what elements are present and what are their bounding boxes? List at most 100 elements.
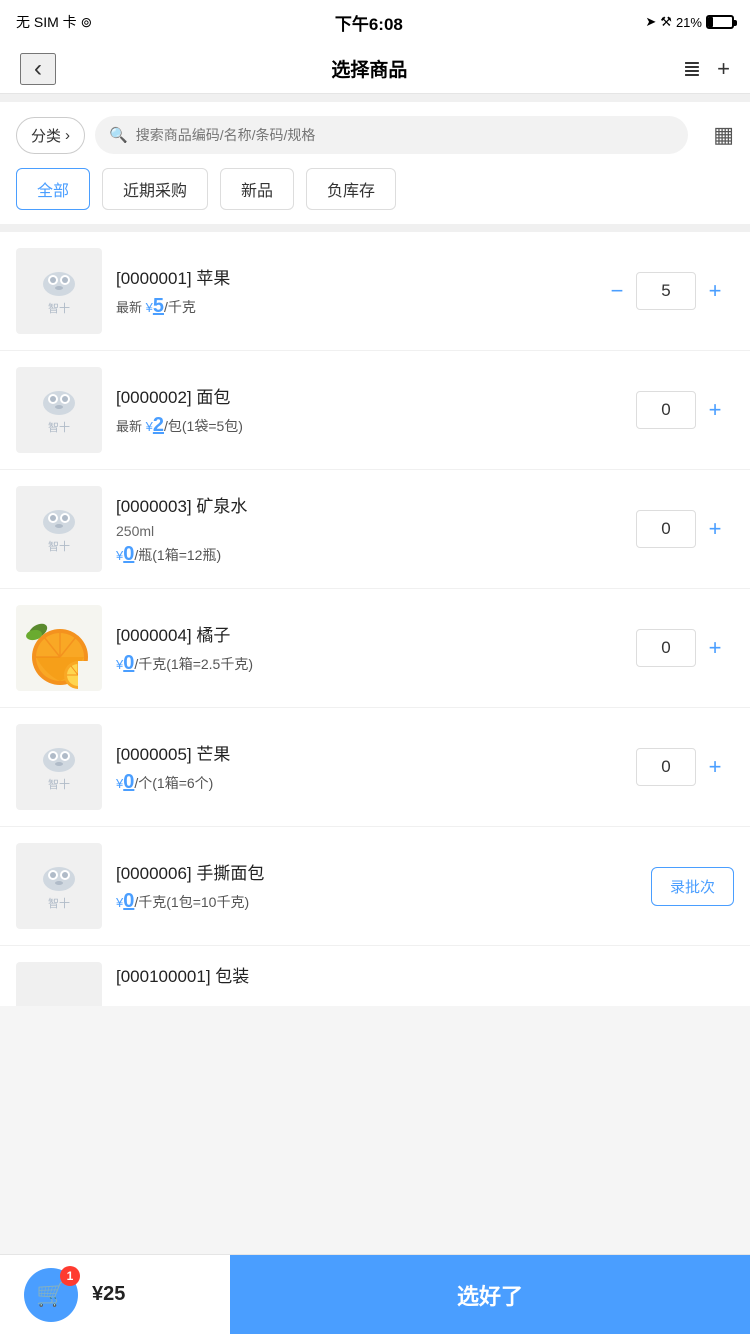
category-label: 分类 bbox=[31, 125, 61, 146]
battery-fill bbox=[708, 17, 713, 27]
search-icon: 🔍 bbox=[109, 126, 128, 144]
cart-badge: 1 bbox=[60, 1266, 80, 1286]
product-price: 最新 ¥5/千克 bbox=[116, 295, 584, 318]
owl-logo: 智十 bbox=[39, 385, 79, 435]
quantity-control: 录批次 bbox=[651, 867, 734, 906]
product-name: [0000004] 橘子 bbox=[116, 621, 622, 646]
increment-button[interactable]: + bbox=[696, 629, 734, 667]
cart-icon-wrap[interactable]: 🛒 1 bbox=[24, 1268, 78, 1322]
owl-text: 智十 bbox=[48, 300, 70, 316]
product-info: [0000006] 手撕面包 ¥0/千克(1包=10千克) bbox=[116, 859, 637, 913]
product-price: ¥0/千克(1箱=2.5千克) bbox=[116, 652, 622, 675]
product-info: [0000005] 芒果 ¥0/个(1箱=6个) bbox=[116, 740, 622, 794]
product-name: [0000003] 矿泉水 bbox=[116, 492, 622, 517]
quantity-input[interactable] bbox=[636, 748, 696, 786]
quantity-input[interactable] bbox=[636, 391, 696, 429]
product-info: [000100001] 包装 bbox=[116, 962, 734, 993]
quantity-input[interactable] bbox=[636, 510, 696, 548]
increment-button[interactable]: + bbox=[696, 748, 734, 786]
filter-icon[interactable]: ≣ bbox=[683, 56, 701, 82]
add-icon[interactable]: + bbox=[717, 56, 730, 82]
price-latest-label: 最新 bbox=[116, 419, 146, 434]
bottom-bar: 🛒 1 ¥25 选好了 bbox=[0, 1254, 750, 1334]
tab-negative[interactable]: 负库存 bbox=[306, 168, 396, 210]
product-name: [0000006] 手撕面包 bbox=[116, 859, 637, 884]
tab-all[interactable]: 全部 bbox=[16, 168, 90, 210]
product-spec: 250ml bbox=[116, 523, 622, 539]
product-info: [0000004] 橘子 ¥0/千克(1箱=2.5千克) bbox=[116, 621, 622, 675]
filter-row: 分类 › 🔍 ▦ bbox=[0, 102, 750, 168]
quantity-control: + bbox=[636, 629, 734, 667]
product-price: ¥0/瓶(1箱=12瓶) bbox=[116, 543, 622, 566]
tab-recent[interactable]: 近期采购 bbox=[102, 168, 208, 210]
product-name: [0000001] 苹果 bbox=[116, 264, 584, 289]
increment-button[interactable]: + bbox=[696, 391, 734, 429]
product-thumbnail bbox=[16, 962, 102, 1006]
cart-section: 🛒 1 ¥25 bbox=[0, 1268, 230, 1322]
owl-text: 智十 bbox=[48, 776, 70, 792]
product-thumbnail: 智十 bbox=[16, 248, 102, 334]
product-thumbnail: 智十 bbox=[16, 843, 102, 929]
product-item: 智十 [0000003] 矿泉水 250ml ¥0/瓶(1箱=12瓶) + bbox=[0, 470, 750, 588]
price-unit: /千克 bbox=[164, 299, 196, 315]
confirm-button[interactable]: 选好了 bbox=[230, 1255, 750, 1334]
price-latest-label: 最新 bbox=[116, 300, 146, 315]
location-icon: ➤ bbox=[645, 14, 656, 30]
category-chevron: › bbox=[65, 127, 70, 144]
owl-text: 智十 bbox=[48, 895, 70, 911]
battery-percent: 21% bbox=[676, 15, 702, 30]
price-value: 0 bbox=[123, 890, 134, 912]
increment-button[interactable]: + bbox=[696, 272, 734, 310]
price-unit: /千克(1箱=2.5千克) bbox=[134, 656, 253, 672]
product-info: [0000001] 苹果 最新 ¥5/千克 bbox=[116, 264, 584, 318]
back-button[interactable]: ‹ bbox=[20, 53, 56, 85]
quantity-input[interactable] bbox=[636, 272, 696, 310]
price-value: 0 bbox=[123, 771, 134, 793]
separator-2 bbox=[0, 224, 750, 232]
alarm-icon: ⚒ bbox=[660, 14, 672, 30]
product-item-partial: [000100001] 包装 bbox=[0, 946, 750, 1006]
batch-button[interactable]: 录批次 bbox=[651, 867, 734, 906]
search-input[interactable] bbox=[136, 127, 674, 143]
product-name: [0000002] 面包 bbox=[116, 383, 622, 408]
product-thumbnail bbox=[16, 605, 102, 691]
price-unit: /包(1袋=5包) bbox=[164, 418, 243, 434]
owl-logo: 智十 bbox=[39, 504, 79, 554]
product-info: [0000003] 矿泉水 250ml ¥0/瓶(1箱=12瓶) bbox=[116, 492, 622, 566]
status-bar: 无 SIM 卡 ⊚ 下午6:08 ➤ ⚒ 21% bbox=[0, 0, 750, 44]
product-name: [000100001] 包装 bbox=[116, 962, 734, 987]
decrement-button[interactable]: − bbox=[598, 272, 636, 310]
price-unit: /千克(1包=10千克) bbox=[134, 894, 249, 910]
scan-icon[interactable]: ▦ bbox=[698, 122, 734, 148]
battery-icon bbox=[706, 15, 734, 29]
nav-actions: ≣ + bbox=[683, 56, 730, 82]
page-title: 选择商品 bbox=[56, 55, 683, 82]
owl-text: 智十 bbox=[48, 419, 70, 435]
quantity-input[interactable] bbox=[636, 629, 696, 667]
product-info: [0000002] 面包 最新 ¥2/包(1袋=5包) bbox=[116, 383, 622, 437]
owl-logo: 智十 bbox=[39, 861, 79, 911]
cart-icon: 🛒 bbox=[36, 1280, 66, 1309]
product-thumbnail: 智十 bbox=[16, 486, 102, 572]
price-value: 5 bbox=[153, 295, 164, 317]
status-time: 下午6:08 bbox=[335, 10, 403, 35]
tab-new[interactable]: 新品 bbox=[220, 168, 294, 210]
category-button[interactable]: 分类 › bbox=[16, 117, 85, 154]
status-right: ➤ ⚒ 21% bbox=[645, 14, 734, 30]
price-value: 0 bbox=[123, 543, 134, 565]
product-item: [0000004] 橘子 ¥0/千克(1箱=2.5千克) + bbox=[0, 589, 750, 707]
increment-button[interactable]: + bbox=[696, 510, 734, 548]
product-price: 最新 ¥2/包(1袋=5包) bbox=[116, 414, 622, 437]
price-unit: /瓶(1箱=12瓶) bbox=[134, 547, 221, 563]
product-item: 智十 [0000002] 面包 最新 ¥2/包(1袋=5包) + bbox=[0, 351, 750, 469]
quantity-control: + bbox=[636, 510, 734, 548]
quantity-control: + bbox=[636, 748, 734, 786]
nav-bar: ‹ 选择商品 ≣ + bbox=[0, 44, 750, 94]
owl-text: 智十 bbox=[48, 538, 70, 554]
product-thumbnail: 智十 bbox=[16, 724, 102, 810]
owl-logo: 智十 bbox=[39, 266, 79, 316]
separator-1 bbox=[0, 94, 750, 102]
product-price: ¥0/千克(1包=10千克) bbox=[116, 890, 637, 913]
quantity-control: − + bbox=[598, 272, 734, 310]
price-value: 0 bbox=[123, 652, 134, 674]
